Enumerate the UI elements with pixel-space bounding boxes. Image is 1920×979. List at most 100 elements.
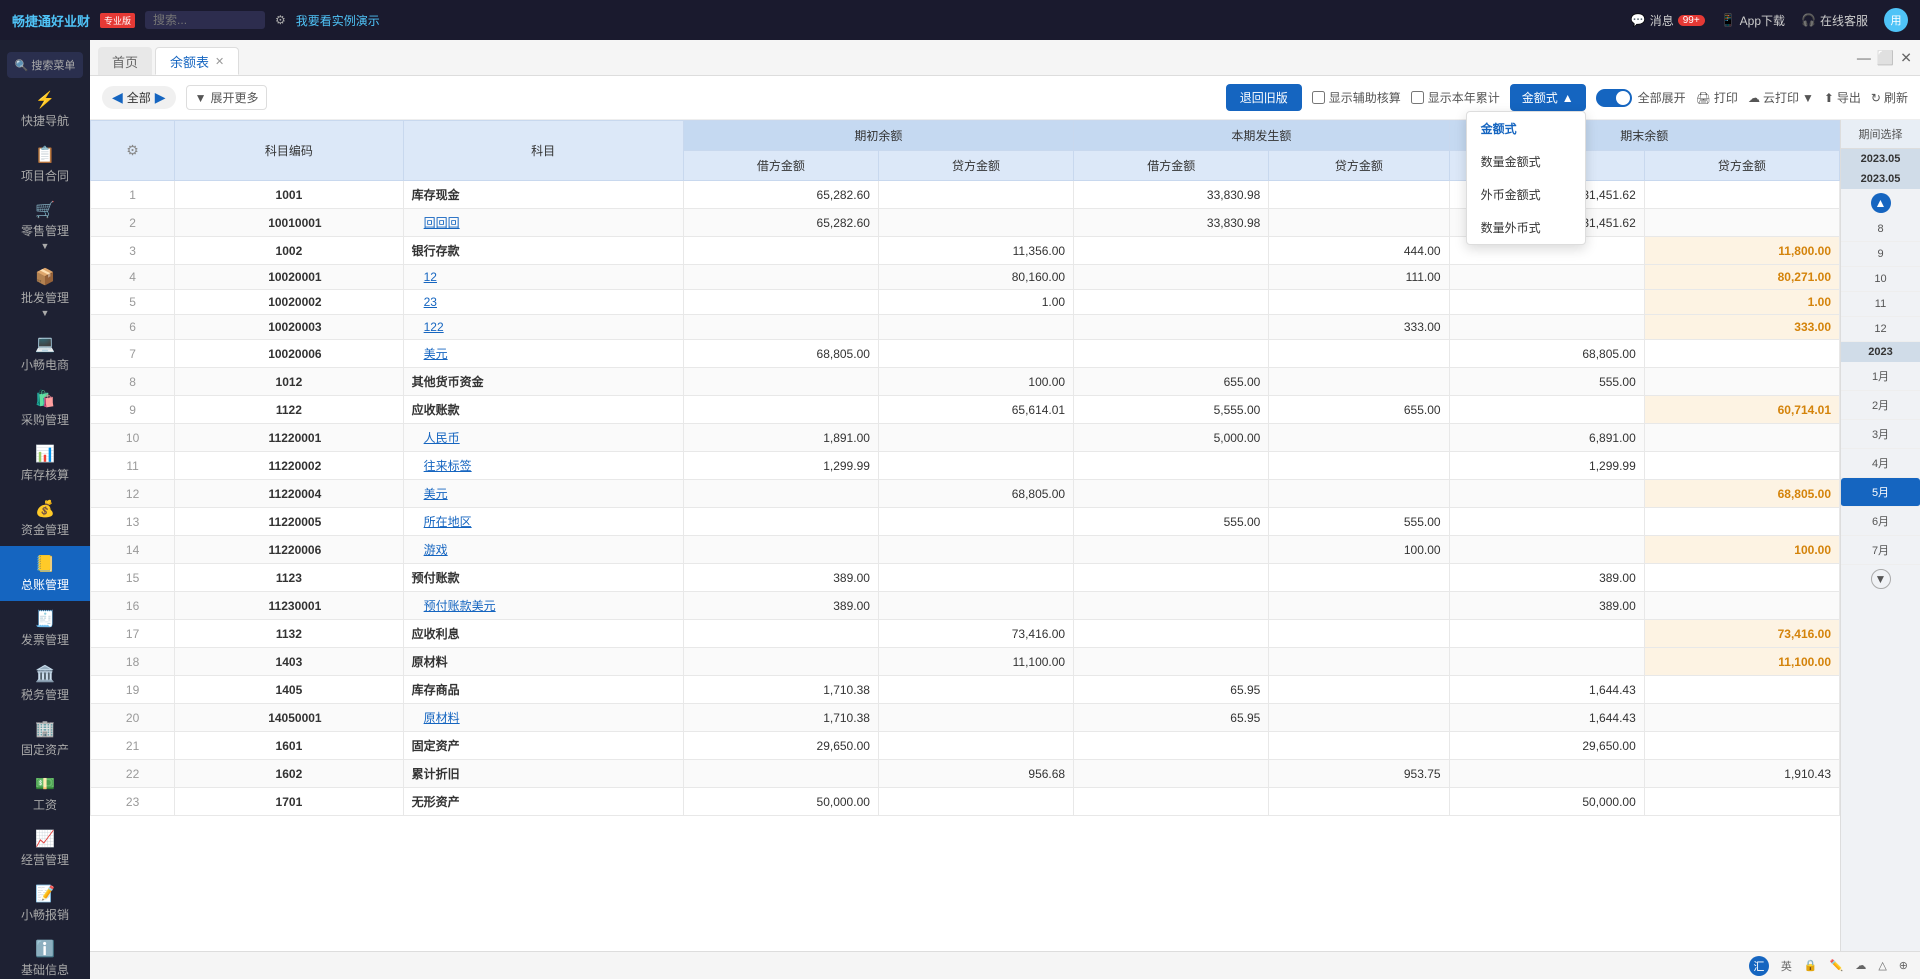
year-checkbox[interactable] — [1411, 91, 1424, 104]
message-btn[interactable]: 💬 消息 99+ — [1631, 12, 1705, 29]
account-name-link[interactable]: 所在地区 — [424, 515, 472, 529]
sidebar-item-wholesale[interactable]: 📦 批发管理 ▼ — [0, 259, 90, 326]
format-option-qty-foreign[interactable]: 数量外币式 — [1467, 211, 1585, 244]
closing-credit-cell: 11,800.00 — [1644, 237, 1839, 265]
period-month-1[interactable]: 1月 — [1841, 362, 1920, 391]
account-code[interactable]: 10020001 — [175, 265, 403, 290]
period-month-9[interactable]: 9 — [1841, 242, 1920, 267]
account-name-link[interactable]: 12 — [424, 270, 437, 284]
tab-close-btn[interactable]: ✕ — [1900, 49, 1912, 66]
show-aux-check[interactable]: 显示辅助核算 — [1312, 89, 1401, 106]
account-code[interactable]: 11220001 — [175, 424, 403, 452]
account-code[interactable]: 11220006 — [175, 536, 403, 564]
format-option-foreign-amount[interactable]: 外币金额式 — [1467, 178, 1585, 211]
edit-btn[interactable]: ✏️ — [1830, 959, 1844, 972]
account-name-link[interactable]: 原材料 — [424, 711, 460, 725]
sidebar-item-ledger[interactable]: 📒 总账管理 — [0, 546, 90, 601]
user-avatar[interactable]: 用 — [1884, 8, 1908, 32]
aux-checkbox[interactable] — [1312, 91, 1325, 104]
expand-more-btn[interactable]: ▼ 展开更多 — [186, 85, 268, 110]
period-month-4[interactable]: 4月 — [1841, 449, 1920, 478]
period-down-btn[interactable]: ▼ — [1871, 569, 1891, 589]
nav-all-btn[interactable]: ◀ 全部 ▶ — [102, 86, 176, 109]
cloud-btn[interactable]: ☁ — [1855, 959, 1866, 972]
current-credit-cell — [1269, 620, 1449, 648]
account-name-link[interactable]: 122 — [424, 320, 444, 334]
expand-all-toggle[interactable]: 全部展开 — [1596, 89, 1686, 107]
demo-link[interactable]: 我要看实例演示 — [296, 12, 380, 29]
account-name-link[interactable]: 美元 — [424, 347, 448, 361]
sidebar-item-finance[interactable]: 💰 资金管理 — [0, 491, 90, 546]
account-name-link[interactable]: 人民币 — [424, 431, 460, 445]
current-credit-cell — [1269, 592, 1449, 620]
export-btn[interactable]: ⬆ 导出 — [1824, 89, 1861, 106]
account-code[interactable]: 11220004 — [175, 480, 403, 508]
title-search-input[interactable] — [145, 11, 265, 29]
account-code[interactable]: 10020006 — [175, 340, 403, 368]
add-btn[interactable]: ⊕ — [1899, 959, 1908, 972]
sidebar-item-salary[interactable]: 💵 工资 — [0, 766, 90, 821]
account-code[interactable]: 10020002 — [175, 290, 403, 315]
return-old-btn[interactable]: 退回旧版 — [1226, 84, 1302, 111]
period-month-6[interactable]: 6月 — [1841, 507, 1920, 536]
sidebar-search-btn[interactable]: 🔍 搜索菜单 — [7, 52, 84, 78]
show-year-check[interactable]: 显示本年累计 — [1411, 89, 1500, 106]
account-code[interactable]: 11220002 — [175, 452, 403, 480]
period-month-8[interactable]: 8 — [1841, 217, 1920, 242]
sidebar-item-quick-nav[interactable]: ⚡ 快捷导航 — [0, 82, 90, 137]
toggle-track[interactable] — [1596, 89, 1632, 107]
sidebar-item-tax[interactable]: 🏛️ 税务管理 — [0, 656, 90, 711]
refresh-btn[interactable]: ↻ 刷新 — [1871, 89, 1908, 106]
format-option-qty-amount[interactable]: 数量金额式 — [1467, 145, 1585, 178]
period-up-btn[interactable]: ▲ — [1871, 193, 1891, 213]
account-code[interactable]: 10010001 — [175, 209, 403, 237]
period-month-7[interactable]: 7月 — [1841, 536, 1920, 565]
account-code[interactable]: 14050001 — [175, 704, 403, 732]
sidebar-item-retail[interactable]: 🛒 零售管理 ▼ — [0, 192, 90, 259]
row-number: 14 — [91, 536, 175, 564]
tab-balance-sheet[interactable]: 余额表 ✕ — [155, 47, 239, 75]
sidebar-item-invoice[interactable]: 🧾 发票管理 — [0, 601, 90, 656]
period-month-11[interactable]: 11 — [1841, 292, 1920, 317]
account-name-link[interactable]: 回回回 — [424, 216, 460, 230]
cloud-print-btn[interactable]: ☁ 云打印 ▼ — [1748, 89, 1814, 106]
period-month-3[interactable]: 3月 — [1841, 420, 1920, 449]
sidebar-item-purchase[interactable]: 🛍️ 采购管理 — [0, 381, 90, 436]
status-circle[interactable]: 汇 — [1749, 956, 1769, 976]
period-month-10[interactable]: 10 — [1841, 267, 1920, 292]
sidebar-item-assets[interactable]: 🏢 固定资产 — [0, 711, 90, 766]
sidebar-item-operations[interactable]: 📈 经营管理 — [0, 821, 90, 876]
account-name-link[interactable]: 美元 — [424, 487, 448, 501]
tab-home[interactable]: 首页 — [98, 47, 152, 75]
period-month-2[interactable]: 2月 — [1841, 391, 1920, 420]
format-dropdown-btn[interactable]: 金额式 ▲ — [1510, 84, 1586, 111]
sidebar-item-ecommerce[interactable]: 💻 小畅电商 — [0, 326, 90, 381]
th-settings[interactable]: ⚙ — [91, 121, 175, 181]
format-option-amount[interactable]: 金额式 — [1467, 112, 1585, 145]
table-settings-icon[interactable]: ⚙ — [126, 142, 139, 158]
sidebar-item-project[interactable]: 📋 项目合同 — [0, 137, 90, 192]
current-credit-cell: 953.75 — [1269, 760, 1449, 788]
account-code[interactable]: 10020003 — [175, 315, 403, 340]
lang-btn[interactable]: 英 — [1781, 958, 1792, 974]
sidebar-item-expense[interactable]: 📝 小畅报销 — [0, 876, 90, 931]
period-month-12[interactable]: 12 — [1841, 317, 1920, 342]
security-btn[interactable]: 🔒 — [1804, 959, 1818, 972]
period-month-5[interactable]: 5月 — [1841, 478, 1920, 507]
app-download-btn[interactable]: 📱 App下载 — [1721, 12, 1785, 29]
tab-minimize-btn[interactable]: — — [1857, 49, 1871, 66]
account-name-link[interactable]: 游戏 — [424, 543, 448, 557]
print-btn[interactable]: 🖨 打印 — [1696, 89, 1738, 106]
alert-btn[interactable]: △ — [1878, 959, 1886, 972]
close-tab-icon[interactable]: ✕ — [215, 55, 224, 68]
online-service-btn[interactable]: 🎧 在线客服 — [1801, 12, 1868, 29]
tab-maximize-btn[interactable]: ⬜ — [1877, 49, 1894, 66]
account-name-link[interactable]: 23 — [424, 295, 437, 309]
account-name-link[interactable]: 往来标签 — [424, 459, 472, 473]
settings-icon[interactable]: ⚙ — [275, 13, 286, 27]
sidebar-item-basic-info[interactable]: ℹ️ 基础信息 — [0, 931, 90, 979]
account-name-link[interactable]: 预付账款美元 — [424, 599, 496, 613]
account-code[interactable]: 11220005 — [175, 508, 403, 536]
sidebar-item-inventory[interactable]: 📊 库存核算 — [0, 436, 90, 491]
account-code[interactable]: 11230001 — [175, 592, 403, 620]
